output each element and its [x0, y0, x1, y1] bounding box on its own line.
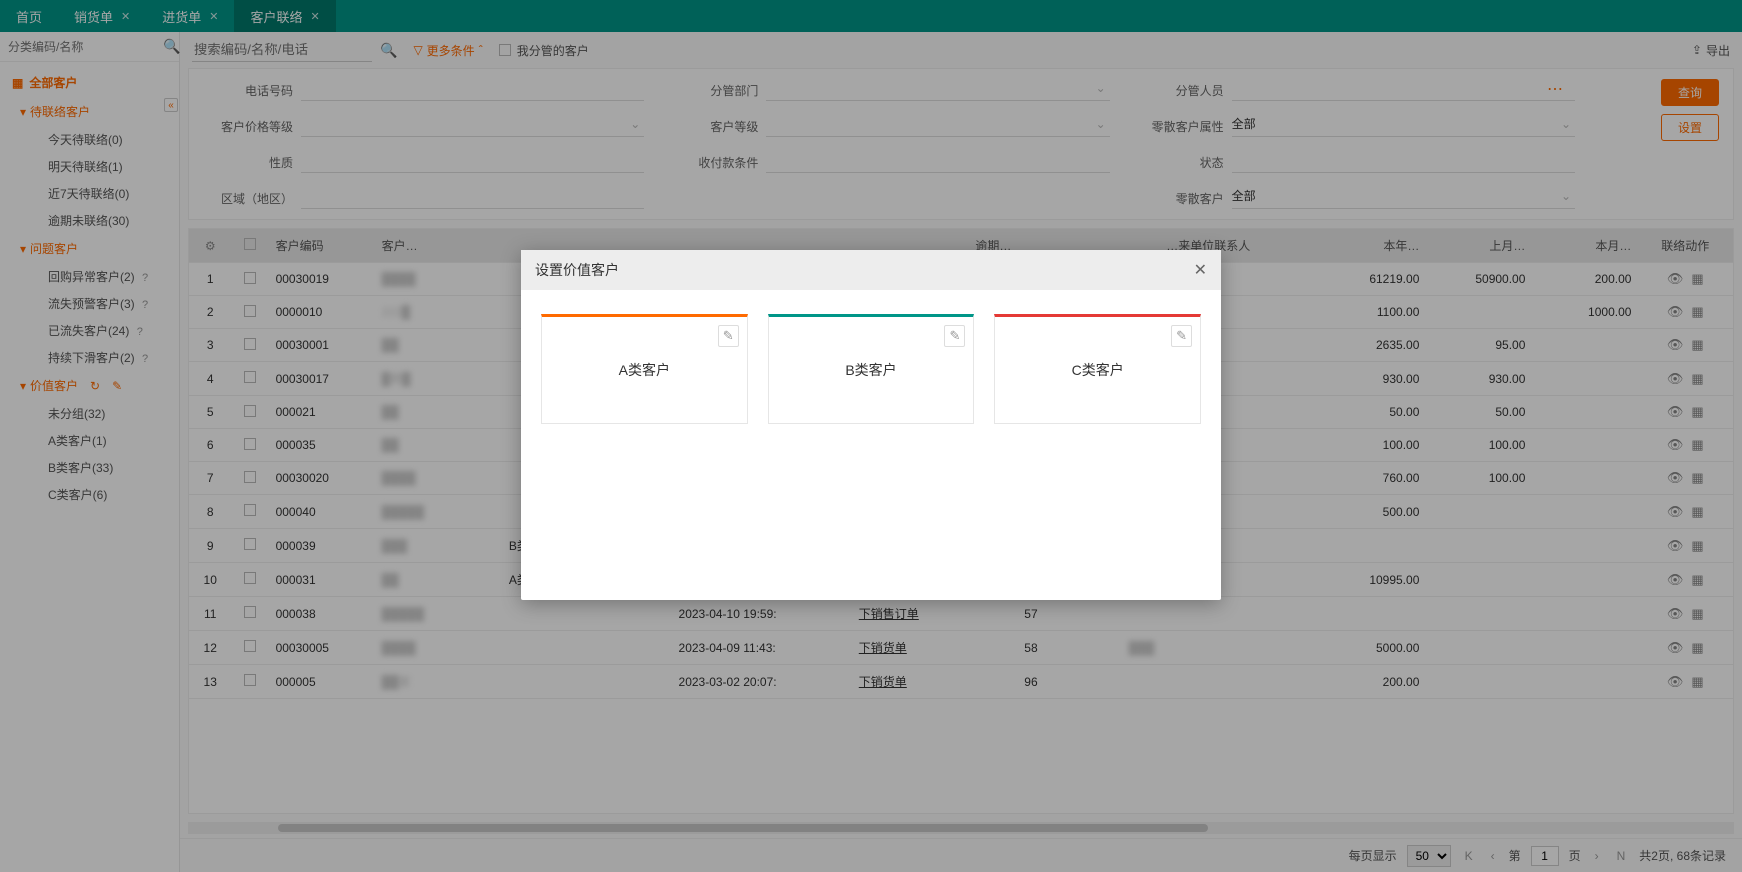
- modal-overlay[interactable]: 设置价值客户 ✕ ✎ A类客户 ✎ B类客户 ✎ C类客户: [0, 0, 1742, 872]
- card-a[interactable]: ✎ A类客户: [541, 314, 748, 424]
- card-c[interactable]: ✎ C类客户: [994, 314, 1201, 424]
- card-b[interactable]: ✎ B类客户: [768, 314, 975, 424]
- edit-icon[interactable]: ✎: [718, 325, 739, 347]
- close-icon[interactable]: ✕: [1194, 260, 1207, 280]
- modal: 设置价值客户 ✕ ✎ A类客户 ✎ B类客户 ✎ C类客户: [521, 250, 1221, 600]
- edit-icon[interactable]: ✎: [944, 325, 965, 347]
- card-label: C类客户: [1072, 360, 1124, 380]
- edit-icon[interactable]: ✎: [1171, 325, 1192, 347]
- card-label: A类客户: [619, 360, 670, 380]
- card-label: B类客户: [845, 360, 896, 380]
- modal-title: 设置价值客户: [535, 260, 619, 280]
